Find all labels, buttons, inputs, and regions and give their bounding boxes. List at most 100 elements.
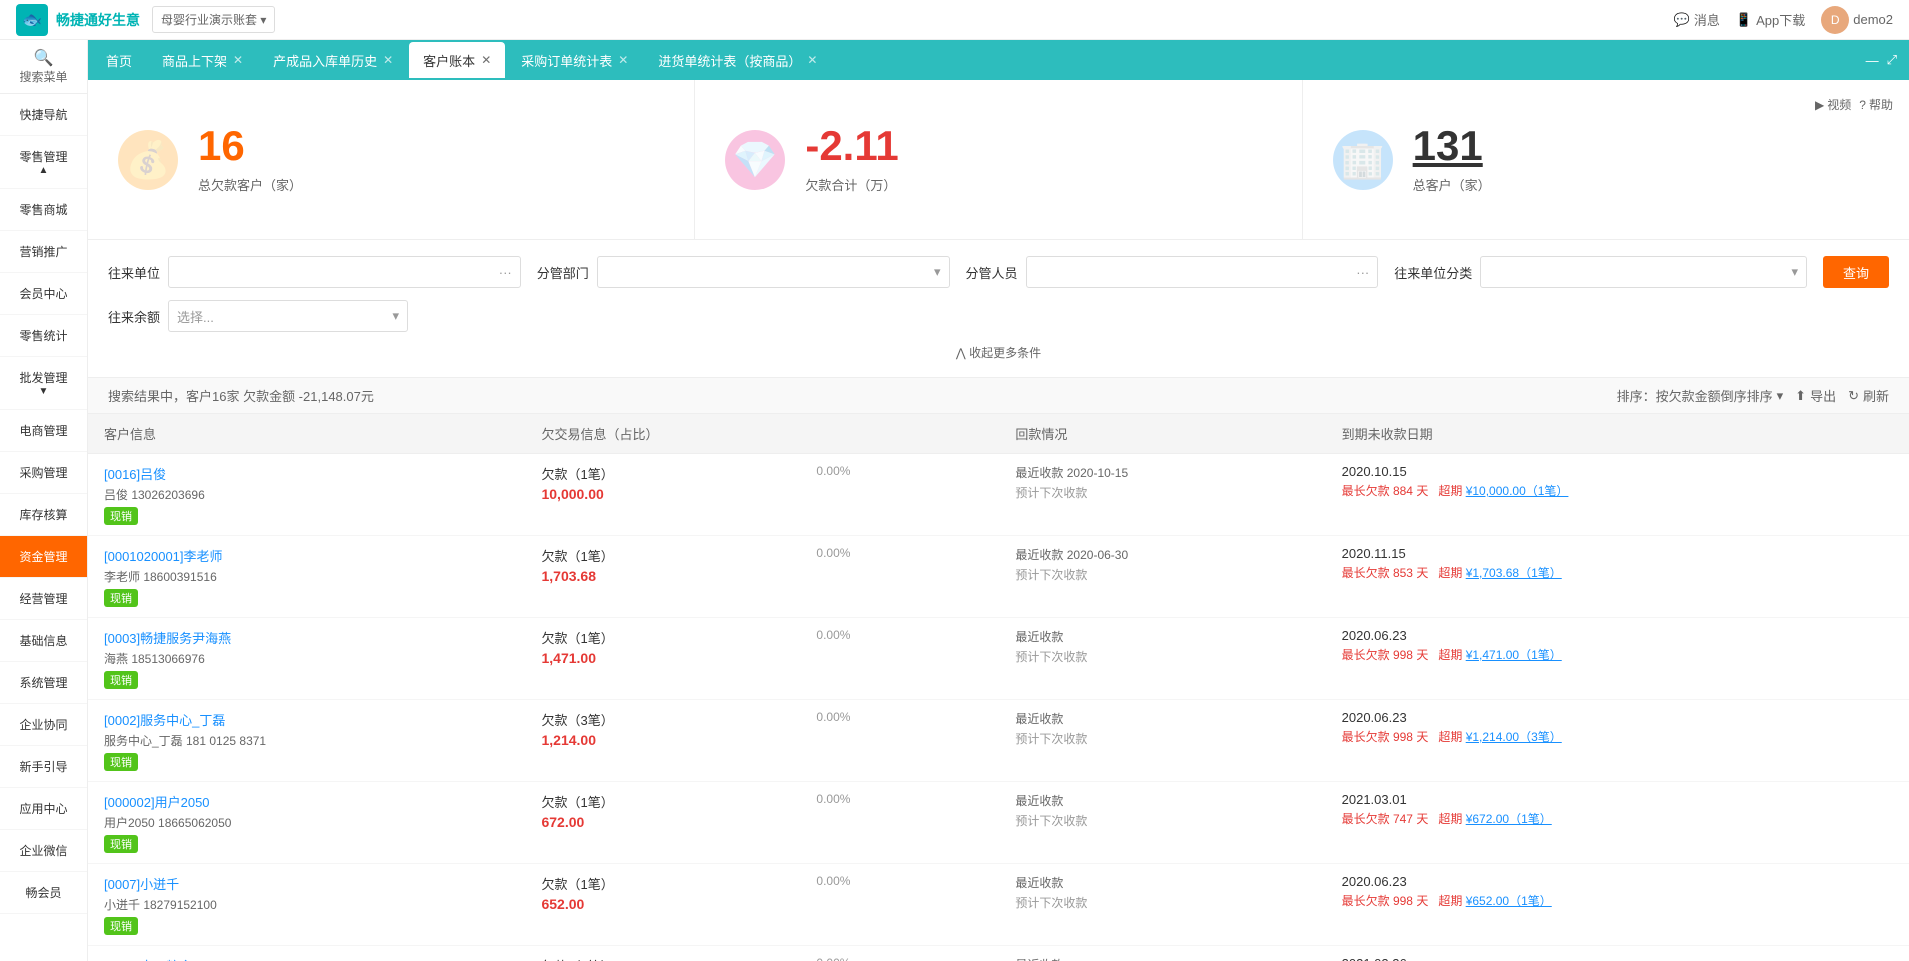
filter-label-category: 往来单位分类 — [1394, 263, 1472, 282]
filter-field-unit: 往来单位 ··· — [108, 256, 521, 288]
sidebar-item-ecommerce[interactable]: 电商管理 — [0, 410, 87, 452]
top-bar-right: 💬 消息 📱 App下载 D demo2 — [1674, 6, 1893, 34]
due-date-value-2: 2020.06.23 — [1342, 628, 1893, 643]
customer-name-1[interactable]: [0001020001]李老师 — [104, 546, 509, 565]
tab-product-list[interactable]: 商品上下架 ✕ — [148, 42, 257, 78]
customer-name-4[interactable]: [000002]用户2050 — [104, 792, 509, 811]
sidebar-item-quick-nav[interactable]: 快捷导航 — [0, 94, 87, 136]
message-icon: 💬 — [1674, 12, 1690, 28]
sidebar-item-newbie[interactable]: 新手引导 — [0, 746, 87, 788]
chevron-up-icon: ⋀ — [956, 346, 969, 360]
sidebar-item-system[interactable]: 系统管理 — [0, 662, 87, 704]
cell-debt-percent-1: 0.00% — [760, 536, 999, 618]
user-avatar[interactable]: D demo2 — [1821, 6, 1893, 34]
tab-home[interactable]: 首页 — [92, 42, 146, 78]
collapse-more-conditions[interactable]: ⋀ 收起更多条件 — [108, 344, 1889, 361]
overdue-amount-1[interactable]: ¥1,703.68（1笔） — [1466, 566, 1562, 580]
export-icon: ⬆ — [1795, 388, 1806, 404]
sidebar-item-operations[interactable]: 经营管理 — [0, 578, 87, 620]
sidebar-item-vip[interactable]: 畅会员 — [0, 872, 87, 914]
overdue-amount-2[interactable]: ¥1,471.00（1笔） — [1466, 648, 1562, 662]
card3-label: 总客户（家） — [1413, 175, 1491, 194]
sidebar-item-wechat[interactable]: 企业微信 — [0, 830, 87, 872]
sidebar-item-enterprise[interactable]: 企业协同 — [0, 704, 87, 746]
filter-select-category[interactable]: ▾ — [1480, 256, 1807, 288]
recovery-date-3: 最近收款 — [1015, 710, 1309, 727]
filter-input-person[interactable]: ··· — [1026, 256, 1379, 288]
customer-name-5[interactable]: [0007]小迸千 — [104, 874, 509, 893]
tabs-minimize[interactable]: — — [1866, 53, 1879, 68]
filter-dots-person: ··· — [1356, 265, 1369, 280]
message-action[interactable]: 💬 消息 — [1674, 10, 1720, 29]
overdue-amount-4[interactable]: ¥672.00（1笔） — [1466, 812, 1552, 826]
chevron-down-icon-category: ▾ — [1791, 264, 1798, 280]
customer-name-3[interactable]: [0002]服务中心_丁磊 — [104, 710, 509, 729]
refresh-action[interactable]: ↻ 刷新 — [1848, 386, 1889, 405]
app-download-action[interactable]: 📱 App下载 — [1736, 10, 1805, 29]
recovery-date-6: 最近收款 — [1015, 956, 1309, 961]
customer-name-2[interactable]: [0003]畅捷服务尹海燕 — [104, 628, 509, 647]
recovery-date-0: 最近收款 2020-10-15 — [1015, 464, 1309, 481]
help-action[interactable]: ? 帮助 — [1859, 96, 1893, 113]
filter-label-unit: 往来单位 — [108, 263, 160, 282]
customer-name-6[interactable]: [0006]去下粮仓 — [104, 956, 509, 961]
table-header-row: 客户信息 欠交易信息（占比） 回款情况 到期未收款日期 — [88, 414, 1909, 454]
video-action[interactable]: ▶ 视频 — [1815, 96, 1851, 113]
customer-name-0[interactable]: [0016]吕俊 — [104, 464, 509, 483]
overdue-info-4: 最长欠款 747 天 超期 ¥672.00（1笔） — [1342, 810, 1893, 827]
debt-amount-4: 672.00 — [541, 814, 744, 830]
tabs-maximize[interactable]: ⤢ — [1887, 52, 1897, 68]
overdue-label-3: 超期 — [1438, 730, 1462, 744]
customer-contact-3: 服务中心_丁磊 181 0125 8371 — [104, 732, 509, 749]
overdue-amount-3[interactable]: ¥1,214.00（3笔） — [1466, 730, 1562, 744]
tab-close-goods-stats[interactable]: ✕ — [807, 53, 817, 67]
tab-customer-account[interactable]: 客户账本 ✕ — [409, 42, 505, 78]
cell-customer-info-3: [0002]服务中心_丁磊 服务中心_丁磊 181 0125 8371 现销 — [88, 700, 525, 782]
card2-icon: 💎 — [725, 130, 785, 190]
overdue-amount-0[interactable]: ¥10,000.00（1笔） — [1466, 484, 1569, 498]
export-action[interactable]: ⬆ 导出 — [1795, 386, 1836, 405]
sidebar-item-basic[interactable]: 基础信息 — [0, 620, 87, 662]
sidebar-item-inventory[interactable]: 库存核算 — [0, 494, 87, 536]
filter-input-unit[interactable]: ··· — [168, 256, 521, 288]
chevron-down-icon-sort: ▾ — [1777, 388, 1784, 404]
tab-close-production-history[interactable]: ✕ — [383, 53, 393, 67]
sort-action[interactable]: 排序：按欠款金额倒序排序 ▾ — [1617, 386, 1784, 405]
cell-recovery-4: 最近收款 预计下次收款 — [999, 782, 1325, 864]
tab-production-history[interactable]: 产成品入库单历史 ✕ — [259, 42, 407, 78]
overdue-amount-5[interactable]: ¥652.00（1笔） — [1466, 894, 1552, 908]
table-row: [0002]服务中心_丁磊 服务中心_丁磊 181 0125 8371 现销 欠… — [88, 700, 1909, 782]
company-selector[interactable]: 母婴行业演示账套 ▾ — [152, 6, 275, 33]
cell-debt-percent-2: 0.00% — [760, 618, 999, 700]
debt-count-5: 欠款（1笔） — [541, 874, 744, 893]
logo-area: 🐟 畅捷通好生意 — [16, 4, 140, 36]
tab-purchase-stats[interactable]: 采购订单统计表 ✕ — [507, 42, 642, 78]
cell-due-date-3: 2020.06.23 最长欠款 998 天 超期 ¥1,214.00（3笔） — [1326, 700, 1909, 782]
tab-goods-stats[interactable]: 进货单统计表（按商品） ✕ — [644, 42, 831, 78]
filter-select-balance[interactable]: 选择... ▾ — [168, 300, 408, 332]
tab-close-purchase-stats[interactable]: ✕ — [618, 53, 628, 67]
sidebar-item-purchase[interactable]: 采购管理 — [0, 452, 87, 494]
sidebar-item-marketing[interactable]: 营销推广 — [0, 231, 87, 273]
cell-debt-percent-0: 0.00% — [760, 454, 999, 536]
sidebar-search[interactable]: 🔍 搜索菜单 — [0, 40, 87, 94]
chevron-down-icon-dept: ▾ — [934, 264, 941, 280]
sidebar-item-batch[interactable]: 批发管理 ▼ — [0, 357, 87, 410]
sidebar-item-retail-manage[interactable]: 零售管理 ▲ — [0, 136, 87, 189]
sidebar-item-retail-store[interactable]: 零售商城 — [0, 189, 87, 231]
overdue-label-0: 超期 — [1438, 484, 1462, 498]
next-collection-5: 预计下次收款 — [1015, 894, 1309, 911]
filter-select-dept[interactable]: ▾ — [597, 256, 950, 288]
table-row: [0006]去下粮仓 陈小希 现销 欠款（1笔） 455.90 0.00% 最近… — [88, 946, 1909, 961]
filter-label-balance: 往来余额 — [108, 307, 160, 326]
sidebar-item-retail-stats[interactable]: 零售统计 — [0, 315, 87, 357]
sidebar-item-app-center[interactable]: 应用中心 — [0, 788, 87, 830]
card2-number: -2.11 — [805, 125, 898, 167]
query-button[interactable]: 查询 — [1823, 256, 1889, 288]
tab-close-product-list[interactable]: ✕ — [233, 53, 243, 67]
sidebar-item-member[interactable]: 会员中心 — [0, 273, 87, 315]
tab-close-customer-account[interactable]: ✕ — [481, 53, 491, 67]
customer-table: 客户信息 欠交易信息（占比） 回款情况 到期未收款日期 [0016]吕俊 吕俊 … — [88, 414, 1909, 961]
sidebar-item-finance[interactable]: 资金管理 — [0, 536, 87, 578]
overdue-label-5: 超期 — [1438, 894, 1462, 908]
